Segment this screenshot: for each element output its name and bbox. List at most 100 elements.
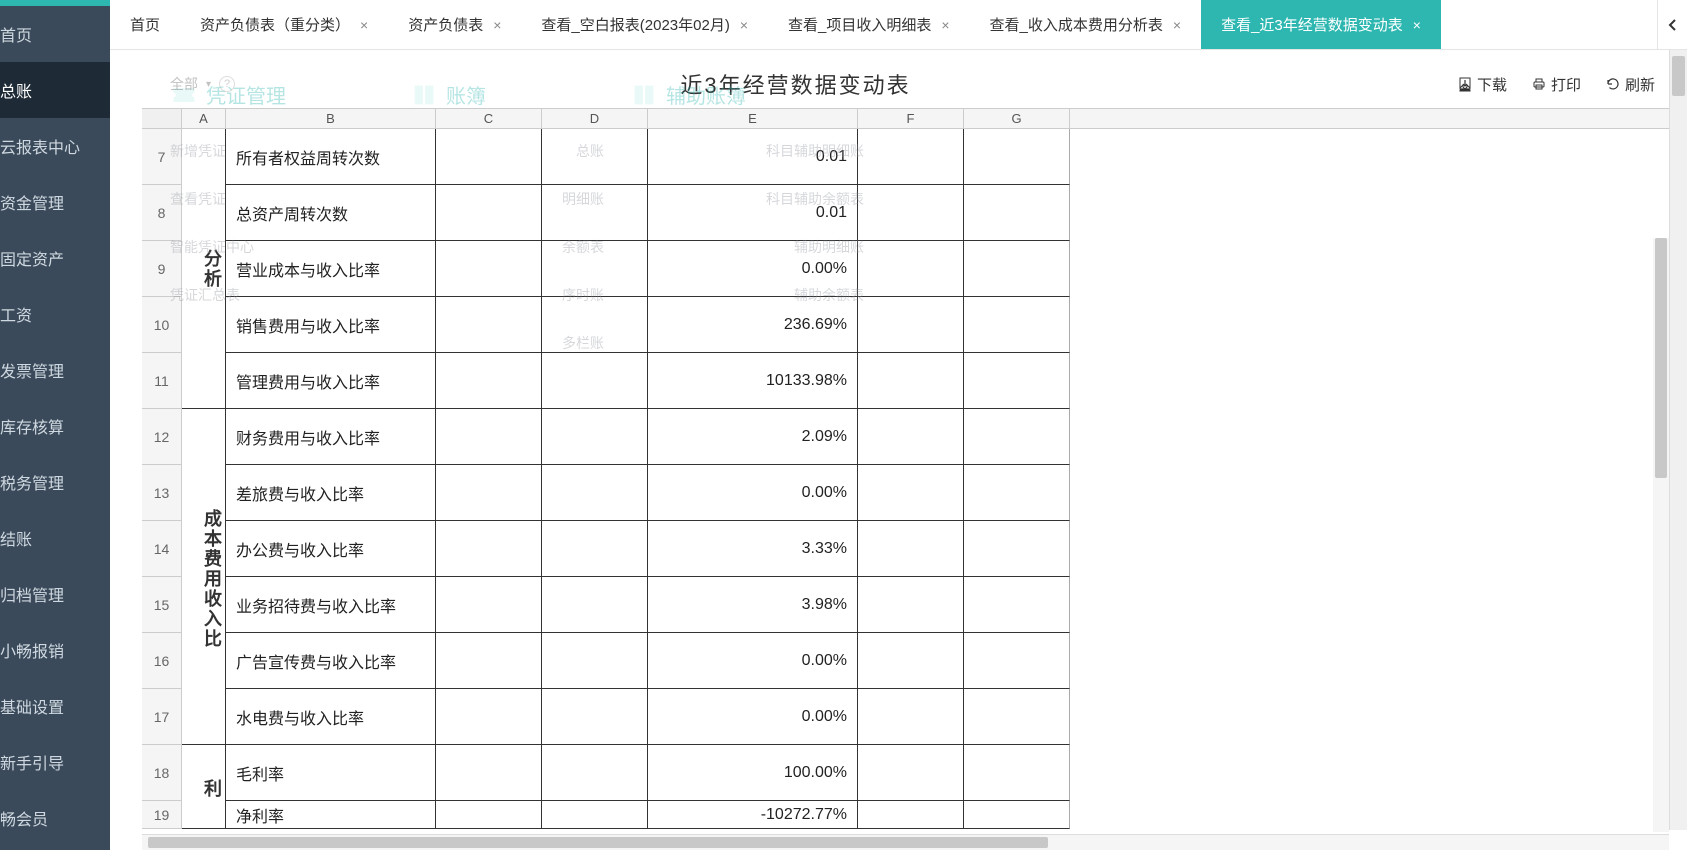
- cell-c[interactable]: [436, 241, 542, 297]
- sidebar-item-12[interactable]: 基础设置: [0, 678, 110, 734]
- sidebar-item-4[interactable]: 固定资产: [0, 230, 110, 286]
- sidebar-item-3[interactable]: 资金管理: [0, 174, 110, 230]
- cell-b[interactable]: 总资产周转次数: [226, 185, 436, 241]
- cell-e[interactable]: 0.00%: [648, 465, 858, 521]
- cell-c[interactable]: [436, 129, 542, 185]
- close-icon[interactable]: ×: [941, 17, 949, 33]
- row-header[interactable]: 16: [142, 633, 182, 689]
- cell-d[interactable]: [542, 745, 648, 801]
- cell-b[interactable]: 广告宣传费与收入比率: [226, 633, 436, 689]
- tab-6[interactable]: 查看_近3年经营数据变动表×: [1201, 0, 1441, 49]
- sidebar-item-0[interactable]: 首页: [0, 6, 110, 62]
- tab-5[interactable]: 查看_收入成本费用分析表×: [970, 0, 1202, 49]
- cell-g[interactable]: [964, 521, 1070, 577]
- sidebar-item-13[interactable]: 新手引导: [0, 734, 110, 790]
- row-header[interactable]: 19: [142, 801, 182, 829]
- cell-d[interactable]: [542, 241, 648, 297]
- cell-e[interactable]: 0.00%: [648, 241, 858, 297]
- tab-3[interactable]: 查看_空白报表(2023年02月)×: [521, 0, 768, 49]
- cell-e[interactable]: 100.00%: [648, 745, 858, 801]
- cell-e[interactable]: 10133.98%: [648, 353, 858, 409]
- cell-c[interactable]: [436, 353, 542, 409]
- row-header[interactable]: 10: [142, 297, 182, 353]
- cell-f[interactable]: [858, 521, 964, 577]
- row-header[interactable]: 15: [142, 577, 182, 633]
- cell-g[interactable]: [964, 745, 1070, 801]
- cell-c[interactable]: [436, 577, 542, 633]
- cell-d[interactable]: [542, 353, 648, 409]
- cell-e[interactable]: 3.33%: [648, 521, 858, 577]
- cell-d[interactable]: [542, 185, 648, 241]
- hscroll-thumb[interactable]: [148, 837, 1048, 848]
- outer-vertical-scrollbar[interactable]: [1669, 50, 1687, 830]
- download-button[interactable]: 下载: [1457, 74, 1507, 95]
- col-header-B[interactable]: B: [226, 109, 436, 128]
- row-header[interactable]: 12: [142, 409, 182, 465]
- sidebar-item-9[interactable]: 结账: [0, 510, 110, 566]
- cell-g[interactable]: [964, 465, 1070, 521]
- row-header[interactable]: 17: [142, 689, 182, 745]
- col-header-D[interactable]: D: [542, 109, 648, 128]
- cell-b[interactable]: 净利率: [226, 801, 436, 829]
- cell-f[interactable]: [858, 185, 964, 241]
- cell-e[interactable]: 0.00%: [648, 689, 858, 745]
- cell-f[interactable]: [858, 241, 964, 297]
- close-icon[interactable]: ×: [493, 17, 501, 33]
- cell-f[interactable]: [858, 801, 964, 829]
- row-header[interactable]: 8: [142, 185, 182, 241]
- cell-e[interactable]: 236.69%: [648, 297, 858, 353]
- cell-g[interactable]: [964, 353, 1070, 409]
- cell-c[interactable]: [436, 297, 542, 353]
- category-cell[interactable]: 成本费用收入比: [182, 409, 226, 745]
- select-all-corner[interactable]: [142, 109, 182, 128]
- horizontal-scrollbar[interactable]: [142, 834, 1669, 850]
- sidebar-item-7[interactable]: 库存核算: [0, 398, 110, 454]
- tab-4[interactable]: 查看_项目收入明细表×: [768, 0, 970, 49]
- cell-d[interactable]: [542, 801, 648, 829]
- row-header[interactable]: 13: [142, 465, 182, 521]
- row-header[interactable]: 9: [142, 241, 182, 297]
- col-header-E[interactable]: E: [648, 109, 858, 128]
- vscroll2-thumb[interactable]: [1655, 238, 1667, 478]
- sidebar-item-10[interactable]: 归档管理: [0, 566, 110, 622]
- cell-b[interactable]: 办公费与收入比率: [226, 521, 436, 577]
- col-header-F[interactable]: F: [858, 109, 964, 128]
- cell-b[interactable]: 财务费用与收入比率: [226, 409, 436, 465]
- cell-d[interactable]: [542, 577, 648, 633]
- cell-d[interactable]: [542, 297, 648, 353]
- cell-g[interactable]: [964, 241, 1070, 297]
- close-icon[interactable]: ×: [740, 17, 748, 33]
- tab-0[interactable]: 首页: [110, 0, 180, 49]
- cell-f[interactable]: [858, 689, 964, 745]
- cell-f[interactable]: [858, 633, 964, 689]
- cell-e[interactable]: 3.98%: [648, 577, 858, 633]
- tab-scroll-left[interactable]: [1657, 0, 1687, 49]
- cells-area[interactable]: 所有者权益周转次数0.01总资产周转次数0.01营业成本与收入比率0.00%销售…: [182, 129, 1070, 829]
- sidebar-item-1[interactable]: 总账: [0, 62, 110, 118]
- cell-e[interactable]: -10272.77%: [648, 801, 858, 829]
- tab-2[interactable]: 资产负债表×: [388, 0, 521, 49]
- cell-c[interactable]: [436, 801, 542, 829]
- inner-vertical-scrollbar[interactable]: [1653, 238, 1669, 832]
- cell-g[interactable]: [964, 633, 1070, 689]
- cell-g[interactable]: [964, 801, 1070, 829]
- row-header[interactable]: 14: [142, 521, 182, 577]
- row-header[interactable]: 18: [142, 745, 182, 801]
- cell-b[interactable]: 销售费用与收入比率: [226, 297, 436, 353]
- cell-f[interactable]: [858, 409, 964, 465]
- cell-f[interactable]: [858, 465, 964, 521]
- cell-b[interactable]: 管理费用与收入比率: [226, 353, 436, 409]
- cell-b[interactable]: 水电费与收入比率: [226, 689, 436, 745]
- cell-c[interactable]: [436, 465, 542, 521]
- category-cell[interactable]: 利: [182, 745, 226, 829]
- cell-d[interactable]: [542, 689, 648, 745]
- cell-f[interactable]: [858, 577, 964, 633]
- cell-c[interactable]: [436, 745, 542, 801]
- sidebar-item-14[interactable]: 畅会员: [0, 790, 110, 846]
- refresh-button[interactable]: 刷新: [1605, 74, 1655, 95]
- cell-g[interactable]: [964, 689, 1070, 745]
- cell-e[interactable]: 0.01: [648, 185, 858, 241]
- cell-f[interactable]: [858, 745, 964, 801]
- sidebar-item-2[interactable]: 云报表中心: [0, 118, 110, 174]
- cell-g[interactable]: [964, 577, 1070, 633]
